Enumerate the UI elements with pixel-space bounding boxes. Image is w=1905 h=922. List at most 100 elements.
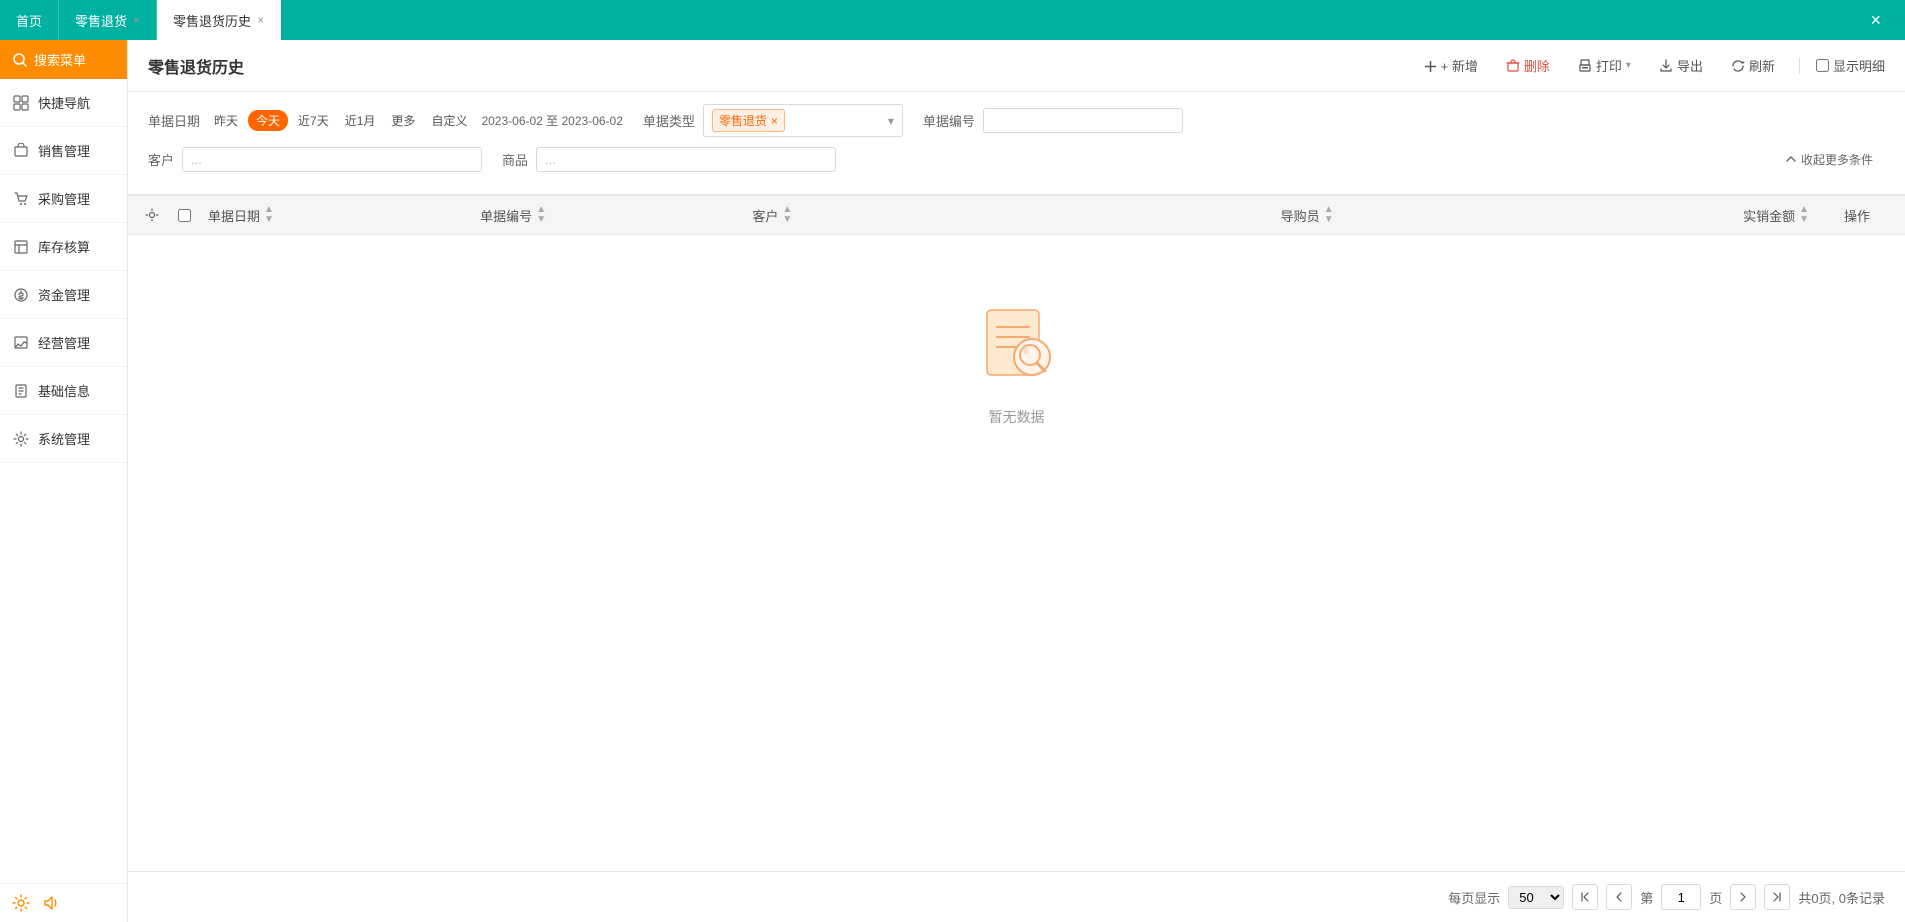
- th-checkbox[interactable]: [168, 209, 200, 222]
- th-guide[interactable]: 导购员 ▲▼: [1273, 205, 1545, 225]
- delete-button[interactable]: 删除: [1498, 52, 1558, 79]
- page-number-input[interactable]: [1661, 884, 1701, 910]
- print-dropdown-icon: ▾: [1626, 60, 1631, 71]
- per-page-select[interactable]: 50 20 100: [1508, 886, 1564, 909]
- window-close-button[interactable]: ×: [1862, 10, 1889, 31]
- customer-select[interactable]: ...: [182, 147, 482, 172]
- page-last-btn[interactable]: [1764, 884, 1790, 910]
- top-bar: 首页 零售退货 × 零售退货历史 × ×: [0, 0, 1905, 40]
- sales-icon: [12, 142, 30, 160]
- divider: [1799, 58, 1800, 74]
- sidebar-item-purchase-label: 采购管理: [38, 189, 90, 208]
- table-header: 单据日期 ▲▼ 单据编号 ▲▼ 客户 ▲▼ 导购员 ▲▼ 实销金额 ▲▼: [128, 195, 1905, 235]
- order-num-input[interactable]: [983, 108, 1183, 133]
- goods-label: 商品: [502, 150, 528, 169]
- main-layout: 搜索菜单 快捷导航 销售管理: [0, 40, 1905, 922]
- sidebar-item-purchase[interactable]: 采购管理: [0, 175, 127, 223]
- date-shortcuts: 昨天 今天 近7天 近1月 更多 自定义: [208, 110, 473, 131]
- tab-retail-return-close[interactable]: ×: [133, 13, 140, 27]
- sidebar-item-system-label: 系统管理: [38, 429, 90, 448]
- th-setting[interactable]: [136, 208, 168, 222]
- nav-icon: [12, 94, 30, 112]
- system-icon: [12, 430, 30, 448]
- th-customer[interactable]: 客户 ▲▼: [744, 205, 1272, 225]
- delete-label: 删除: [1524, 56, 1550, 75]
- show-detail-checkbox-label[interactable]: 显示明细: [1816, 56, 1885, 75]
- page-header: 零售退货历史 + 新增 删除: [128, 40, 1905, 92]
- type-tag-close[interactable]: ×: [771, 114, 778, 128]
- date-label: 单据日期: [148, 111, 200, 130]
- tab-retail-return-label: 零售退货: [75, 11, 127, 30]
- volume-icon[interactable]: [42, 894, 60, 912]
- select-all-checkbox[interactable]: [178, 209, 191, 222]
- plus-icon: [1424, 58, 1437, 73]
- type-select[interactable]: 零售退货 × ▾: [703, 104, 903, 137]
- date-btn-custom[interactable]: 自定义: [425, 110, 473, 131]
- page-first-btn[interactable]: [1572, 884, 1598, 910]
- page-unit: 页: [1709, 888, 1722, 907]
- search-menu-label: 搜索菜单: [34, 50, 86, 69]
- th-date-label: 单据日期: [208, 206, 260, 225]
- th-date[interactable]: 单据日期 ▲▼: [200, 205, 472, 225]
- date-btn-more[interactable]: 更多: [385, 110, 421, 131]
- export-button[interactable]: 导出: [1651, 52, 1711, 79]
- th-amount[interactable]: 实销金额 ▲▼: [1545, 205, 1817, 225]
- business-icon: [12, 334, 30, 352]
- th-amount-sort: ▲▼: [1799, 205, 1809, 225]
- show-detail-checkbox[interactable]: [1816, 59, 1829, 72]
- page-next-btn[interactable]: [1730, 884, 1756, 910]
- date-btn-yesterday[interactable]: 昨天: [208, 110, 244, 131]
- filter-area: 单据日期 昨天 今天 近7天 近1月 更多 自定义 2023-06-02 至 2…: [128, 92, 1905, 195]
- type-tag: 零售退货 ×: [712, 109, 785, 132]
- th-customer-label: 客户: [752, 206, 778, 225]
- search-icon: [12, 51, 28, 68]
- tab-retail-return-history-close[interactable]: ×: [257, 13, 264, 27]
- th-order-num[interactable]: 单据编号 ▲▼: [472, 205, 744, 225]
- date-btn-7days[interactable]: 近7天: [292, 110, 335, 131]
- new-button[interactable]: + 新增: [1416, 52, 1486, 79]
- show-detail-label: 显示明细: [1833, 56, 1885, 75]
- collapse-btn[interactable]: 收起更多条件: [1773, 147, 1885, 172]
- sidebar-item-quick-nav-label: 快捷导航: [38, 93, 90, 112]
- date-btn-today[interactable]: 今天: [248, 110, 288, 131]
- sidebar-item-finance[interactable]: 资金管理: [0, 271, 127, 319]
- sidebar-item-system[interactable]: 系统管理: [0, 415, 127, 463]
- date-filter: 单据日期 昨天 今天 近7天 近1月 更多 自定义 2023-06-02 至 2…: [148, 110, 623, 131]
- tab-home[interactable]: 首页: [0, 0, 59, 40]
- type-filter: 单据类型 零售退货 × ▾: [643, 104, 903, 137]
- page-prev-btn[interactable]: [1606, 884, 1632, 910]
- search-menu-button[interactable]: 搜索菜单: [0, 40, 127, 79]
- page-title: 零售退货历史: [148, 54, 244, 78]
- refresh-button[interactable]: 刷新: [1723, 52, 1783, 79]
- sidebar-item-finance-label: 资金管理: [38, 285, 90, 304]
- sidebar-item-sales[interactable]: 销售管理: [0, 127, 127, 175]
- filter-row-1: 单据日期 昨天 今天 近7天 近1月 更多 自定义 2023-06-02 至 2…: [148, 104, 1885, 137]
- table-area: 单据日期 ▲▼ 单据编号 ▲▼ 客户 ▲▼ 导购员 ▲▼ 实销金额 ▲▼: [128, 195, 1905, 871]
- goods-select[interactable]: ...: [536, 147, 836, 172]
- th-guide-label: 导购员: [1281, 206, 1320, 225]
- sidebar-item-basic-info[interactable]: 基础信息: [0, 367, 127, 415]
- settings-icon[interactable]: [12, 894, 30, 912]
- th-op: 操作: [1817, 206, 1897, 225]
- per-page-label: 每页显示: [1448, 888, 1500, 907]
- order-num-label: 单据编号: [923, 111, 975, 130]
- goods-placeholder: ...: [545, 152, 556, 167]
- export-icon: [1659, 58, 1673, 74]
- purchase-icon: [12, 190, 30, 208]
- th-op-label: 操作: [1844, 206, 1870, 225]
- th-order-sort: ▲▼: [536, 205, 546, 225]
- print-button[interactable]: 打印 ▾: [1570, 52, 1639, 79]
- tab-retail-return-history[interactable]: 零售退货历史 ×: [157, 0, 281, 40]
- delete-icon: [1506, 58, 1520, 74]
- empty-state: 暂无数据: [128, 235, 1905, 487]
- collapse-icon: [1785, 153, 1797, 167]
- sidebar-item-quick-nav[interactable]: 快捷导航: [0, 79, 127, 127]
- sidebar-item-business[interactable]: 经营管理: [0, 319, 127, 367]
- order-num-filter: 单据编号: [923, 108, 1183, 133]
- tab-retail-return[interactable]: 零售退货 ×: [59, 0, 157, 40]
- sidebar-item-inventory[interactable]: 库存核算: [0, 223, 127, 271]
- date-btn-1month[interactable]: 近1月: [339, 110, 382, 131]
- collapse-label: 收起更多条件: [1801, 151, 1873, 168]
- pagination: 每页显示 50 20 100 第 页 共0页, 0条记录: [128, 871, 1905, 922]
- sidebar-item-sales-label: 销售管理: [38, 141, 90, 160]
